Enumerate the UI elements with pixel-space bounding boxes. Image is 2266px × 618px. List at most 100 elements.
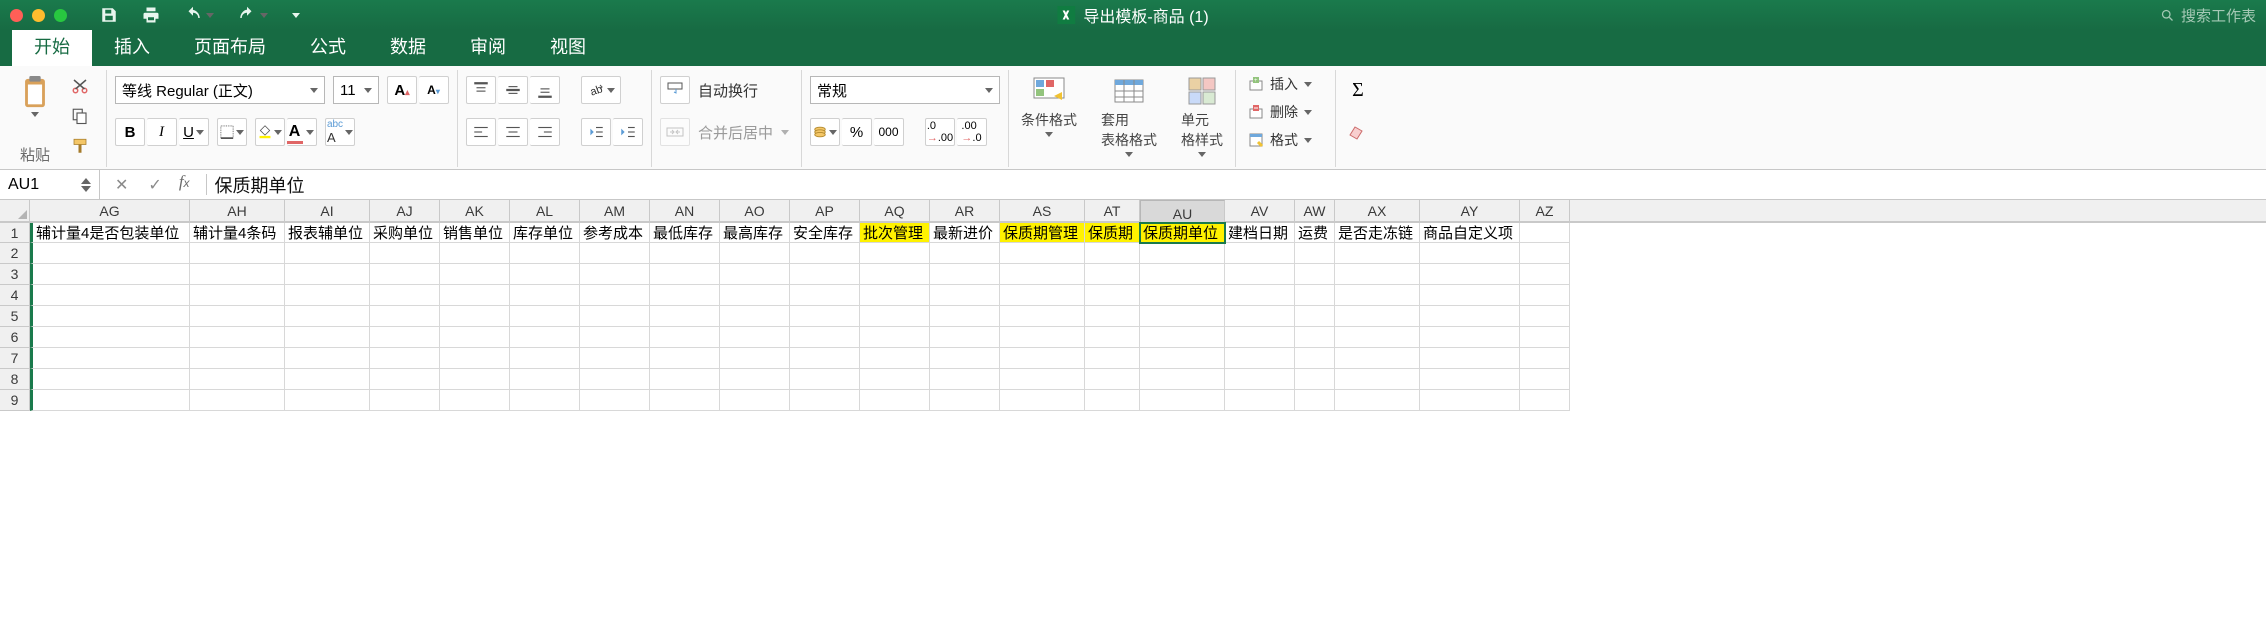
cell-AY6[interactable]: [1420, 327, 1520, 348]
row-header-2[interactable]: 2: [0, 243, 30, 264]
orientation-button[interactable]: ab: [581, 76, 621, 104]
column-header-AR[interactable]: AR: [930, 200, 1000, 221]
delete-cells-button[interactable]: 删除: [1244, 100, 1327, 124]
row-header-4[interactable]: 4: [0, 285, 30, 306]
column-header-AX[interactable]: AX: [1335, 200, 1420, 221]
cell-AN7[interactable]: [650, 348, 720, 369]
cell-AZ5[interactable]: [1520, 306, 1570, 327]
tab-开始[interactable]: 开始: [12, 25, 92, 66]
cell-AW4[interactable]: [1295, 285, 1335, 306]
conditional-formatting-button[interactable]: 条件格式: [1017, 72, 1081, 139]
column-header-AW[interactable]: AW: [1295, 200, 1335, 221]
cell-AL7[interactable]: [510, 348, 580, 369]
select-all-corner[interactable]: [0, 200, 30, 221]
cell-AZ1[interactable]: [1520, 223, 1570, 243]
percent-format-icon[interactable]: %: [842, 118, 872, 146]
cell-AU4[interactable]: [1140, 285, 1225, 306]
cell-AR3[interactable]: [930, 264, 1000, 285]
cell-AK2[interactable]: [440, 243, 510, 264]
cell-AT5[interactable]: [1085, 306, 1140, 327]
minimize-window-button[interactable]: [32, 9, 45, 22]
cell-AG2[interactable]: [30, 243, 190, 264]
cell-AO6[interactable]: [720, 327, 790, 348]
cell-AK3[interactable]: [440, 264, 510, 285]
cell-AV5[interactable]: [1225, 306, 1295, 327]
decrease-indent-icon[interactable]: [581, 118, 611, 146]
number-format-select[interactable]: 常规: [810, 76, 1000, 104]
cell-AR8[interactable]: [930, 369, 1000, 390]
cell-AJ9[interactable]: [370, 390, 440, 411]
tab-插入[interactable]: 插入: [92, 25, 172, 66]
shrink-font-icon[interactable]: A▾: [419, 76, 449, 104]
cell-AH1[interactable]: 辅计量4条码: [190, 223, 285, 243]
cell-AM4[interactable]: [580, 285, 650, 306]
cell-AW7[interactable]: [1295, 348, 1335, 369]
cell-AO4[interactable]: [720, 285, 790, 306]
zoom-window-button[interactable]: [54, 9, 67, 22]
cell-AY8[interactable]: [1420, 369, 1520, 390]
cell-AK8[interactable]: [440, 369, 510, 390]
cell-AW8[interactable]: [1295, 369, 1335, 390]
cell-AU9[interactable]: [1140, 390, 1225, 411]
column-header-AS[interactable]: AS: [1000, 200, 1085, 221]
cancel-formula-icon[interactable]: ✕: [112, 172, 131, 198]
cell-AZ3[interactable]: [1520, 264, 1570, 285]
cell-AG6[interactable]: [30, 327, 190, 348]
cell-AX2[interactable]: [1335, 243, 1420, 264]
cell-styles-button[interactable]: 单元 格样式: [1177, 72, 1227, 159]
cell-AN9[interactable]: [650, 390, 720, 411]
cell-AI8[interactable]: [285, 369, 370, 390]
cell-AH5[interactable]: [190, 306, 285, 327]
cell-AS7[interactable]: [1000, 348, 1085, 369]
cell-AI6[interactable]: [285, 327, 370, 348]
cell-AN1[interactable]: 最低库存: [650, 223, 720, 243]
insert-cells-button[interactable]: + 插入: [1244, 72, 1327, 96]
cell-AP6[interactable]: [790, 327, 860, 348]
cell-AS5[interactable]: [1000, 306, 1085, 327]
cell-AJ7[interactable]: [370, 348, 440, 369]
column-header-AI[interactable]: AI: [285, 200, 370, 221]
cell-AU3[interactable]: [1140, 264, 1225, 285]
qat-customize-icon[interactable]: [289, 10, 303, 21]
print-icon[interactable]: [139, 3, 163, 27]
name-box[interactable]: AU1: [0, 170, 100, 199]
row-header-5[interactable]: 5: [0, 306, 30, 327]
cell-AX8[interactable]: [1335, 369, 1420, 390]
decrease-decimal-icon[interactable]: .00→.0: [957, 118, 987, 146]
cell-AG1[interactable]: 辅计量4是否包装单位: [30, 223, 190, 243]
cell-AQ5[interactable]: [860, 306, 930, 327]
cell-AK9[interactable]: [440, 390, 510, 411]
cell-AW1[interactable]: 运费: [1295, 223, 1335, 243]
cell-AL1[interactable]: 库存单位: [510, 223, 580, 243]
cell-AV4[interactable]: [1225, 285, 1295, 306]
fill-color-button[interactable]: [255, 118, 285, 146]
row-header-1[interactable]: 1: [0, 223, 30, 243]
cell-AT1[interactable]: 保质期: [1085, 223, 1140, 243]
align-top-icon[interactable]: [466, 76, 496, 104]
cell-AZ9[interactable]: [1520, 390, 1570, 411]
cell-AS3[interactable]: [1000, 264, 1085, 285]
border-button[interactable]: [217, 118, 247, 146]
column-header-AG[interactable]: AG: [30, 200, 190, 221]
cell-AS8[interactable]: [1000, 369, 1085, 390]
tab-审阅[interactable]: 审阅: [448, 25, 528, 66]
cell-AM6[interactable]: [580, 327, 650, 348]
cell-AP4[interactable]: [790, 285, 860, 306]
row-header-7[interactable]: 7: [0, 348, 30, 369]
column-header-AZ[interactable]: AZ: [1520, 200, 1570, 221]
cell-AT2[interactable]: [1085, 243, 1140, 264]
tab-公式[interactable]: 公式: [288, 25, 368, 66]
increase-indent-icon[interactable]: [613, 118, 643, 146]
cell-AY9[interactable]: [1420, 390, 1520, 411]
cell-AR6[interactable]: [930, 327, 1000, 348]
cell-AT4[interactable]: [1085, 285, 1140, 306]
cell-AT8[interactable]: [1085, 369, 1140, 390]
cell-AG5[interactable]: [30, 306, 190, 327]
cell-AX5[interactable]: [1335, 306, 1420, 327]
bold-button[interactable]: B: [115, 118, 145, 146]
cell-AQ7[interactable]: [860, 348, 930, 369]
search-box[interactable]: 搜索工作表: [2160, 5, 2256, 26]
cell-AZ2[interactable]: [1520, 243, 1570, 264]
tab-页面布局[interactable]: 页面布局: [172, 25, 288, 66]
cell-AJ5[interactable]: [370, 306, 440, 327]
